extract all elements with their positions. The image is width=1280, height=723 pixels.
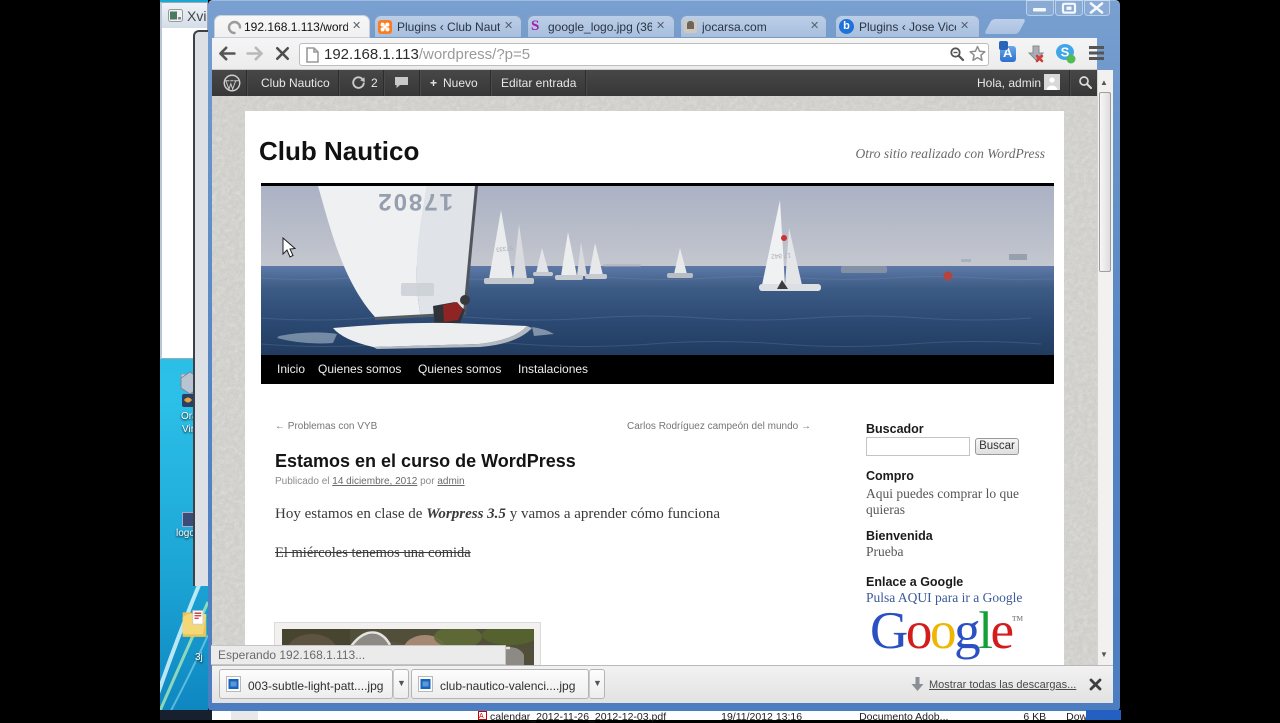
svg-text:17802: 17802: [376, 188, 453, 215]
svg-text:A: A: [479, 713, 484, 720]
svg-text:17 842: 17 842: [770, 251, 791, 259]
